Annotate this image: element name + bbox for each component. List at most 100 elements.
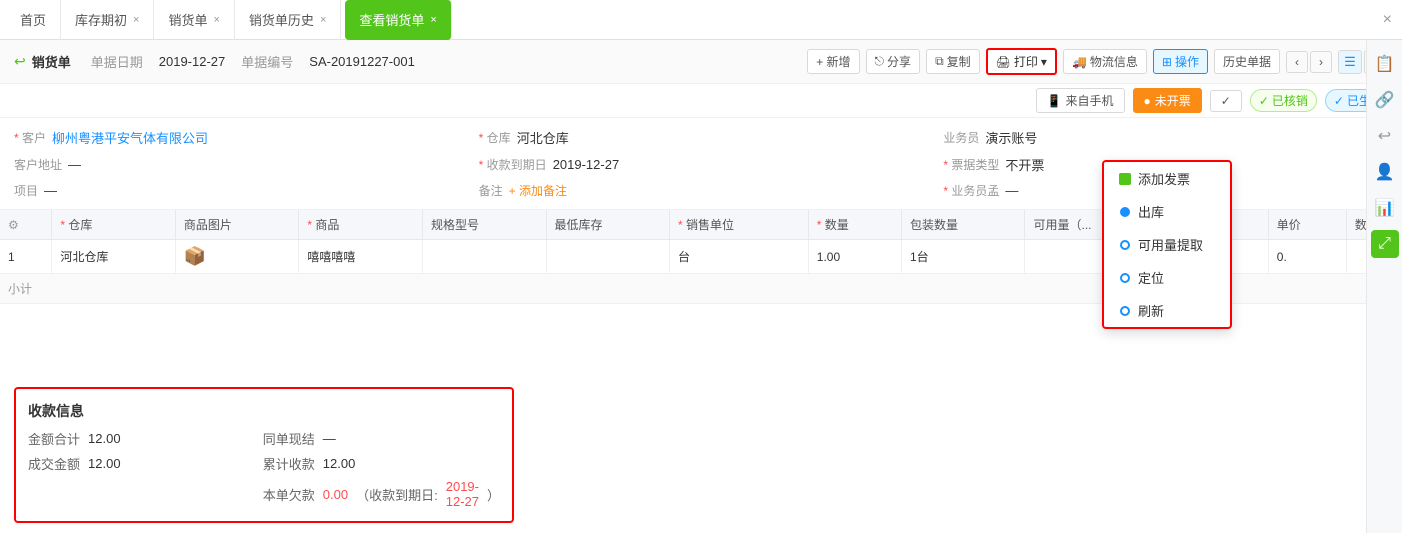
col-min-stock: 最低库存 — [546, 210, 670, 240]
history-button[interactable]: 历史单据 — [1214, 49, 1280, 74]
sidebar-expand-icon[interactable]: ⤢ — [1371, 230, 1399, 258]
out-warehouse-item[interactable]: 出库 — [1104, 195, 1230, 228]
address-label: 客户地址 — [14, 156, 62, 173]
tab-sales-close[interactable]: × — [213, 14, 219, 26]
col-settings[interactable]: ⚙ — [0, 210, 52, 240]
cumulative-label: 累计收款 — [263, 454, 315, 473]
phone-icon: 📱 — [1047, 94, 1062, 108]
sidebar-clipboard-icon[interactable]: 📋 — [1371, 50, 1399, 78]
payment-section: 收款信息 金额合计 12.00 同单现结 — 成交金额 12.00 累计收款 1… — [14, 387, 514, 523]
col-pack-qty: 包装数量 — [901, 210, 1025, 240]
available-qty-item[interactable]: 可用量提取 — [1104, 228, 1230, 261]
from-phone-button[interactable]: 📱 来自手机 — [1036, 88, 1125, 113]
amount-label: 金额合计 — [28, 429, 80, 448]
col-price: 单价 — [1268, 210, 1346, 240]
active-icon: ✓ — [1334, 94, 1344, 108]
same-order-label: 同单现结 — [263, 429, 315, 448]
tab-view-sales[interactable]: 查看销货单 × — [345, 0, 451, 40]
col-unit: * 销售单位 — [670, 210, 809, 240]
share-icon: ⎋ — [875, 54, 885, 69]
locate-item[interactable]: 定位 — [1104, 261, 1230, 294]
copy-icon: ⧉ — [935, 54, 944, 69]
warehouse-row: 仓库 河北仓库 — [479, 128, 924, 147]
ops-icon: ⊞ — [1162, 55, 1172, 69]
logistics-button[interactable]: 🚚 物流信息 — [1063, 49, 1147, 74]
salesperson2-value: — — [1005, 183, 1018, 198]
share-button[interactable]: ⎋ 分享 — [866, 49, 921, 74]
sidebar-link-icon[interactable]: 🔗 — [1371, 86, 1399, 114]
ops-dropdown: 添加发票 出库 可用量提取 定位 刷新 — [1102, 160, 1232, 329]
due-date-row: 收款到期日 2019-12-27 — [479, 155, 924, 174]
tab-home[interactable]: 首页 — [10, 0, 61, 40]
note-label: 备注 — [479, 182, 503, 199]
doc-meta: 单据日期 2019-12-27 单据编号 SA-20191227-001 — [91, 52, 807, 71]
nav-arrows: ‹ › — [1286, 51, 1332, 73]
row-price: 0. — [1268, 240, 1346, 274]
available-qty-icon — [1118, 238, 1132, 252]
window-close[interactable]: × — [1383, 11, 1392, 29]
owed-label: 本单欠款 — [263, 485, 315, 504]
col-product: * 商品 — [299, 210, 423, 240]
number-label: 单据编号 — [241, 52, 293, 71]
tab-bar: 首页 库存期初 × 销货单 × 销货单历史 × 查看销货单 × × — [0, 0, 1402, 40]
number-value: SA-20191227-001 — [309, 54, 415, 69]
sidebar-return-icon[interactable]: ↩ — [1371, 122, 1399, 150]
doc-icon: ↩ — [14, 53, 26, 70]
owed-end: ） — [487, 485, 500, 504]
customer-value[interactable]: 柳州粤港平安气体有限公司 — [52, 128, 208, 147]
owed-suffix: （收款到期日: — [356, 485, 438, 504]
salesperson2-label: 业务员孟 — [943, 182, 999, 199]
refresh-icon — [1118, 304, 1132, 318]
copy-button[interactable]: ⧉ 复制 — [926, 49, 980, 74]
doc-title: 销货单 — [32, 52, 71, 71]
view-list-btn[interactable]: ☰ — [1338, 50, 1362, 74]
row-product: 嘻嘻嘻嘻 — [299, 240, 423, 274]
owed-value: 0.00 — [323, 487, 348, 502]
project-label: 项目 — [14, 182, 38, 199]
transaction-row: 成交金额 12.00 — [28, 454, 243, 473]
row-pack-qty: 1台 — [901, 240, 1025, 274]
warehouse-label: 仓库 — [479, 129, 511, 146]
sold-badge: ✓ 已核销 — [1250, 89, 1317, 112]
tab-sales-history-close[interactable]: × — [320, 14, 326, 26]
tab-sales-history[interactable]: 销货单历史 × — [235, 0, 341, 40]
next-arrow[interactable]: › — [1310, 51, 1332, 73]
tab-inventory[interactable]: 库存期初 × — [61, 0, 154, 40]
row-qty: 1.00 — [808, 240, 901, 274]
payment-grid: 金额合计 12.00 同单现结 — 成交金额 12.00 累计收款 12.00 … — [28, 429, 500, 509]
salesperson-row: 业务员 演示账号 — [943, 128, 1388, 147]
address-row: 客户地址 — — [14, 155, 459, 174]
project-row: 项目 — — [14, 182, 459, 199]
toolbar2: 📱 来自手机 ● 未开票 ✓ ✓ 已核销 ✓ 已生效 — [0, 84, 1402, 118]
tab-inventory-close[interactable]: × — [133, 14, 139, 26]
cumulative-row: 累计收款 12.00 — [263, 454, 500, 473]
transaction-value: 12.00 — [88, 456, 121, 471]
not-open-button[interactable]: ● 未开票 — [1133, 88, 1202, 113]
row-min-stock — [546, 240, 670, 274]
customer-label: 客户 — [14, 129, 46, 146]
add-invoice-item[interactable]: 添加发票 — [1104, 162, 1230, 195]
note-add-button[interactable]: + 添加备注 — [509, 182, 567, 199]
print-button[interactable]: 🖨 打印 ▾ — [986, 48, 1057, 75]
ticket-value: 不开票 — [1005, 155, 1044, 174]
tab-sales[interactable]: 销货单 × — [154, 0, 234, 40]
right-sidebar: 📋 🔗 ↩ 👤 📊 ⤢ — [1366, 40, 1402, 533]
owed-row: 本单欠款 0.00 （收款到期日: 2019-12-27 ） — [263, 479, 500, 509]
check-icon-btn[interactable]: ✓ — [1210, 90, 1242, 112]
salesperson-value: 演示账号 — [985, 128, 1037, 147]
same-order-value: — — [323, 431, 336, 446]
refresh-item[interactable]: 刷新 — [1104, 294, 1230, 327]
row-image: 📦 — [175, 240, 299, 274]
new-button[interactable]: + 新增 — [807, 49, 859, 74]
amount-value: 12.00 — [88, 431, 121, 446]
warehouse-value: 河北仓库 — [517, 128, 569, 147]
add-invoice-icon — [1118, 172, 1132, 186]
row-warehouse: 河北仓库 — [52, 240, 176, 274]
tab-view-sales-close[interactable]: × — [430, 14, 436, 26]
ops-button[interactable]: ⊞ 操作 — [1153, 49, 1208, 74]
col-qty: * 数量 — [808, 210, 901, 240]
sidebar-user-icon[interactable]: 👤 — [1371, 158, 1399, 186]
prev-arrow[interactable]: ‹ — [1286, 51, 1308, 73]
sidebar-chart-icon[interactable]: 📊 — [1371, 194, 1399, 222]
locate-icon — [1118, 271, 1132, 285]
